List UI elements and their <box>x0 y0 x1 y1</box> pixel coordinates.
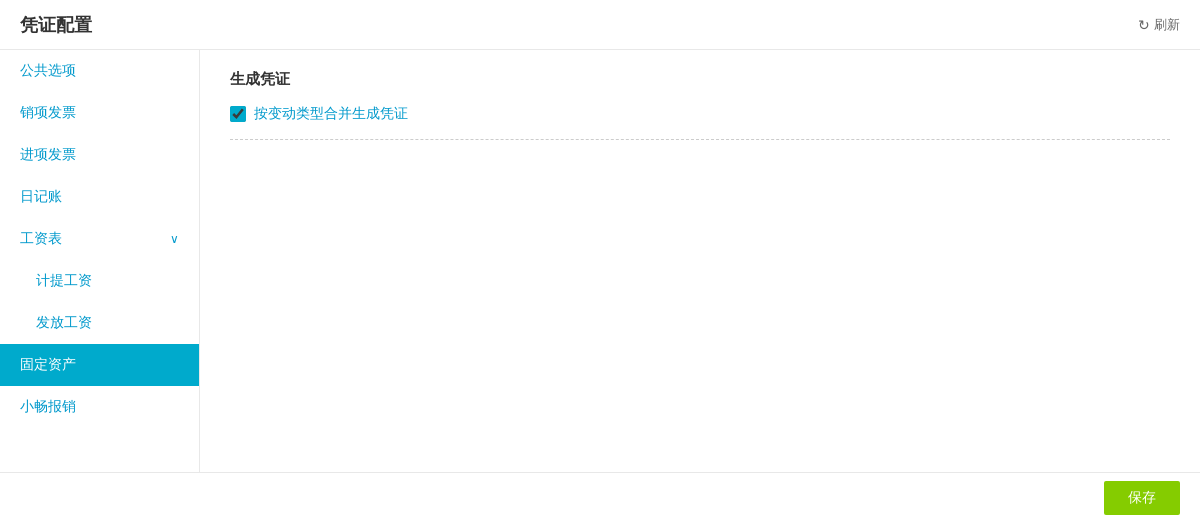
footer: 保存 <box>0 472 1200 522</box>
sidebar-item-journal[interactable]: 日记账 <box>0 176 199 218</box>
sidebar-item-fixed-assets[interactable]: 固定资产 <box>0 344 199 386</box>
sidebar-item-label: 销项发票 <box>20 104 76 122</box>
merge-by-type-checkbox[interactable] <box>230 106 246 122</box>
sidebar-item-label: 公共选项 <box>20 62 76 80</box>
sidebar-item-purchase-invoice[interactable]: 进项发票 <box>0 134 199 176</box>
sidebar-item-label: 进项发票 <box>20 146 76 164</box>
merge-by-type-label: 按变动类型合并生成凭证 <box>254 105 408 123</box>
section-divider <box>230 139 1170 140</box>
main-content: 公共选项销项发票进项发票日记账工资表 ∨ 计提工资发放工资固定资产小畅报销 生成凭证… <box>0 50 1200 472</box>
sidebar-item-sales-invoice[interactable]: 销项发票 <box>0 92 199 134</box>
save-button[interactable]: 保存 <box>1104 481 1180 515</box>
sidebar: 公共选项销项发票进项发票日记账工资表 ∨ 计提工资发放工资固定资产小畅报销 <box>0 50 200 472</box>
sidebar-item-public-options[interactable]: 公共选项 <box>0 50 199 92</box>
sidebar-item-payroll-table[interactable]: 工资表 ∨ <box>0 218 199 260</box>
sidebar-item-expense-report[interactable]: 小畅报销 <box>0 386 199 428</box>
sidebar-item-label: 工资表 <box>20 230 62 248</box>
refresh-label: 刷新 <box>1154 16 1180 34</box>
refresh-icon: ↻ <box>1138 17 1150 33</box>
sidebar-item-label: 固定资产 <box>20 356 76 374</box>
sidebar-item-label: 小畅报销 <box>20 398 76 416</box>
page-container: 凭证配置 ↻ 刷新 公共选项销项发票进项发票日记账工资表 ∨ 计提工资发放工资固定资… <box>0 0 1200 522</box>
header: 凭证配置 ↻ 刷新 <box>0 0 1200 50</box>
content-area: 生成凭证 按变动类型合并生成凭证 <box>200 50 1200 472</box>
refresh-button[interactable]: ↻ 刷新 <box>1138 16 1180 34</box>
sidebar-item-label: 计提工资 <box>36 272 92 290</box>
sidebar-item-label: 日记账 <box>20 188 62 206</box>
page-title: 凭证配置 <box>20 13 92 37</box>
sidebar-item-label: 发放工资 <box>36 314 92 332</box>
sidebar-item-calc-salary[interactable]: 计提工资 <box>0 260 199 302</box>
section-title: 生成凭证 <box>230 70 1170 89</box>
checkbox-row: 按变动类型合并生成凭证 <box>230 105 1170 123</box>
sidebar-item-pay-salary[interactable]: 发放工资 <box>0 302 199 344</box>
chevron-down-icon: ∨ <box>170 232 179 246</box>
